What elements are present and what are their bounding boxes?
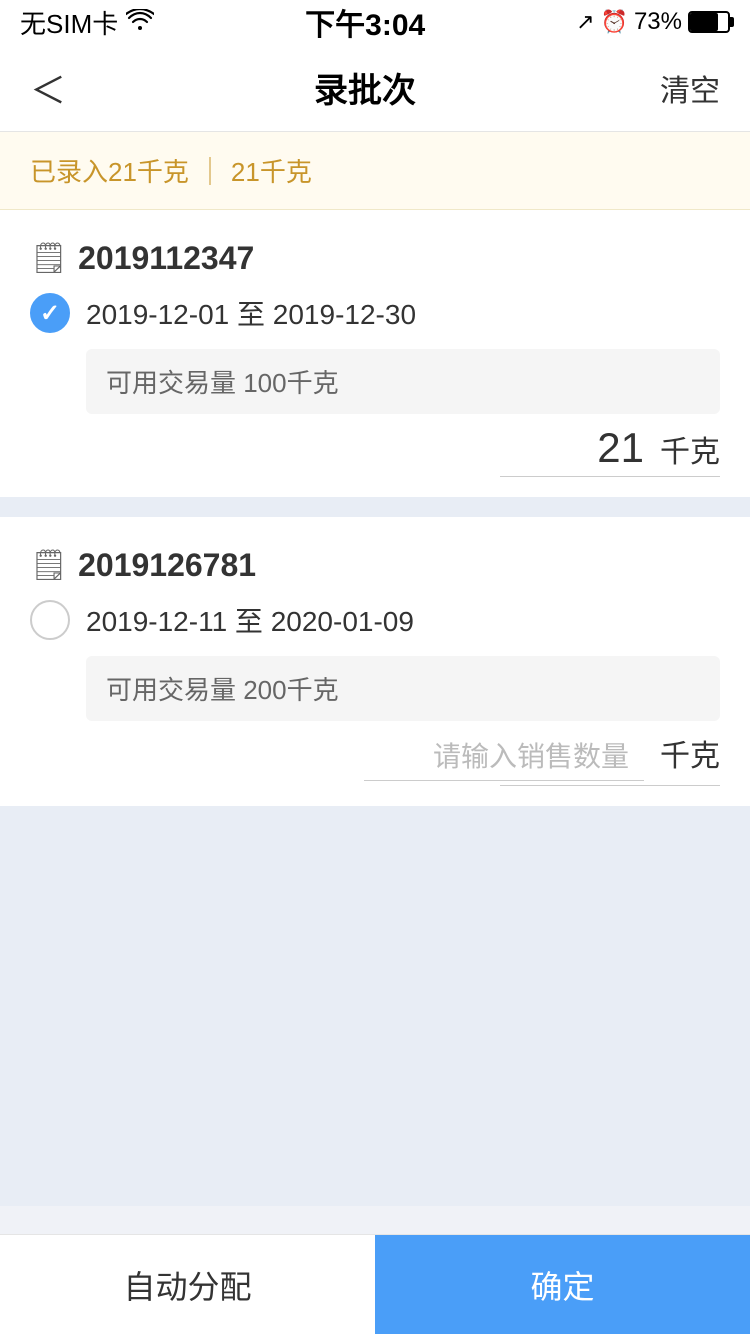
- batch-2-date: 2019-12-11 至 2020-01-09: [86, 600, 414, 640]
- status-left: 无SIM卡: [20, 4, 154, 41]
- recorded-amount: 已录入21千克: [30, 152, 189, 189]
- batch-1-unit: 千克: [660, 427, 720, 471]
- bottom-bar: 自动分配 确定: [0, 1234, 750, 1334]
- batch-1-amount-container: 21 千克: [0, 414, 750, 497]
- batch-1-available: 可用交易量 100千克: [86, 349, 720, 414]
- batch-1-radio[interactable]: [30, 293, 70, 333]
- confirm-button[interactable]: 确定: [375, 1235, 750, 1334]
- batch-1-icon: 🗒: [30, 241, 68, 276]
- batch-1-underline: [500, 476, 720, 477]
- batch-2-radio[interactable]: [30, 600, 70, 640]
- batch-2-unit: 千克: [660, 731, 720, 775]
- batch-2-header: 🗒 2019126781: [30, 547, 720, 584]
- total-amount: 21千克: [231, 152, 312, 189]
- status-time: 下午3:04: [305, 0, 425, 44]
- batch-2-input-wrap: 千克: [364, 731, 720, 781]
- batch-item-1: 🗒 2019112347 2019-12-01 至 2019-12-30 可用交…: [0, 210, 750, 414]
- batch-1-header: 🗒 2019112347: [30, 240, 720, 277]
- location-icon: ↗: [576, 9, 594, 35]
- batch-1-amount-value: 21: [564, 424, 644, 472]
- info-divider: [209, 157, 211, 185]
- batch-1-amount-wrap: 21 千克: [564, 424, 720, 472]
- clear-button[interactable]: 清空: [640, 66, 720, 110]
- section-divider-1: [0, 497, 750, 517]
- content-area: [0, 806, 750, 1206]
- batch-2-icon: 🗒: [30, 548, 68, 583]
- batch-1-number: 2019112347: [78, 240, 254, 277]
- wifi-icon: [126, 7, 154, 38]
- batch-2-quantity-input[interactable]: [364, 737, 644, 781]
- battery-percent: 73%: [634, 8, 682, 36]
- status-bar: 无SIM卡 下午3:04 ↗ ⏰ 73%: [0, 0, 750, 44]
- info-bar: 已录入21千克 21千克: [0, 132, 750, 210]
- batch-item-2: 🗒 2019126781 2019-12-11 至 2020-01-09 可用交…: [0, 517, 750, 721]
- status-right: ↗ ⏰ 73%: [576, 8, 730, 36]
- alarm-icon: ⏰: [601, 9, 628, 35]
- batch-2-underline: [500, 785, 720, 786]
- auto-distribute-button[interactable]: 自动分配: [0, 1235, 375, 1334]
- batch-1-date: 2019-12-01 至 2019-12-30: [86, 293, 416, 333]
- nav-bar: ＜ 录批次 清空: [0, 44, 750, 132]
- batch-2-available: 可用交易量 200千克: [86, 656, 720, 721]
- batch-1-date-row: 2019-12-01 至 2019-12-30: [30, 293, 720, 333]
- batch-2-number: 2019126781: [78, 547, 256, 584]
- battery-icon: [688, 11, 730, 33]
- batch-2-date-row: 2019-12-11 至 2020-01-09: [30, 600, 720, 640]
- batch-2-input-container: 千克: [0, 721, 750, 806]
- page-title: 录批次: [314, 63, 416, 112]
- carrier-text: 无SIM卡: [20, 4, 118, 41]
- back-button[interactable]: ＜: [30, 62, 90, 114]
